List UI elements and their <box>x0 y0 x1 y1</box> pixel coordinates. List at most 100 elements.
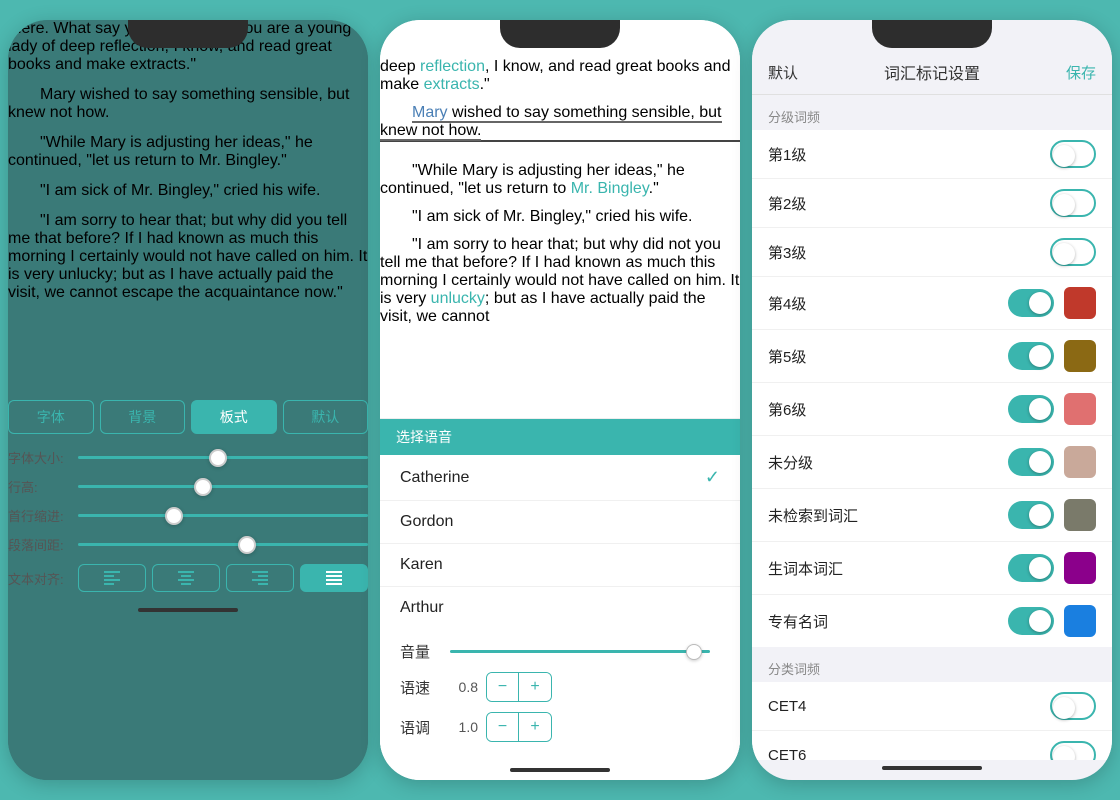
phone-3: 默认 词汇标记设置 保存 分级词频 第1级 第2级 第3级 第4级 <box>752 20 1112 780</box>
home-indicator-1 <box>138 608 238 612</box>
p2-2: Mary wished to say something sensible, b… <box>380 104 740 142</box>
tab-style[interactable]: 板式 <box>191 400 277 434</box>
level-2-name: 第2级 <box>768 193 1040 214</box>
speed-plus[interactable]: + <box>519 673 551 701</box>
level-2-row: 第2级 <box>752 179 1112 228</box>
level-1-row: 第1级 <box>752 130 1112 179</box>
line-height-slider[interactable] <box>78 485 368 488</box>
level-4-color[interactable] <box>1064 287 1096 319</box>
level-5-toggle[interactable] <box>1008 342 1054 370</box>
voice-item-karen[interactable]: Karen <box>380 544 740 587</box>
level-4-toggle[interactable] <box>1008 289 1054 317</box>
align-justify[interactable] <box>300 564 368 592</box>
pitch-row: 语调 1.0 − + <box>400 712 720 742</box>
p2-3: "While Mary is adjusting her ideas," he … <box>380 162 740 198</box>
line-height-row: 行高: <box>8 477 368 496</box>
cet6-row: CET6 <box>752 731 1112 760</box>
font-size-slider[interactable] <box>78 456 368 459</box>
level-1-toggle[interactable] <box>1050 140 1096 168</box>
align-center[interactable] <box>152 564 220 592</box>
tab-default[interactable]: 默认 <box>283 400 369 434</box>
paragraph-4: "I am sick of Mr. Bingley," cried his wi… <box>8 182 368 200</box>
unclassified-toggle[interactable] <box>1008 448 1054 476</box>
proper-noun-row: 专有名词 <box>752 595 1112 647</box>
pitch-label: 语调 <box>400 717 440 738</box>
proper-noun-toggle[interactable] <box>1008 607 1054 635</box>
teal-word-bingley: Mr. Bingley <box>571 180 649 197</box>
level-5-name: 第5级 <box>768 346 998 367</box>
vocab-book-row: 生词本词汇 <box>752 542 1112 595</box>
vocab-book-name: 生词本词汇 <box>768 558 998 579</box>
vocab-book-color[interactable] <box>1064 552 1096 584</box>
voice-item-catherine[interactable]: Catherine ✓ <box>380 455 740 501</box>
cet4-toggle[interactable] <box>1050 692 1096 720</box>
notch-1 <box>128 20 248 48</box>
indent-slider[interactable] <box>78 514 368 517</box>
speed-minus[interactable]: − <box>487 673 519 701</box>
cet4-row: CET4 <box>752 682 1112 731</box>
proper-noun-color[interactable] <box>1064 605 1096 637</box>
default-button[interactable]: 默认 <box>768 62 798 83</box>
level-3-name: 第3级 <box>768 242 1040 263</box>
volume-label: 音量 <box>400 641 440 662</box>
level-6-toggle[interactable] <box>1008 395 1054 423</box>
voice-item-arthur[interactable]: Arthur <box>380 587 740 629</box>
reading-content-2: deep reflection, I know, and read great … <box>380 20 740 418</box>
voice-panel-header: 选择语音 <box>380 419 740 455</box>
home-indicator-3 <box>882 766 982 770</box>
not-found-color[interactable] <box>1064 499 1096 531</box>
level-6-color[interactable] <box>1064 393 1096 425</box>
cet6-name: CET6 <box>768 747 1040 761</box>
not-found-row: 未检索到词汇 <box>752 489 1112 542</box>
not-found-name: 未检索到词汇 <box>768 505 998 526</box>
font-size-label: 字体大小: <box>8 448 78 467</box>
pitch-controls: − + <box>486 712 552 742</box>
tab-font[interactable]: 字体 <box>8 400 94 434</box>
check-catherine: ✓ <box>705 467 720 488</box>
voice-name-catherine: Catherine <box>400 469 469 487</box>
vocab-book-toggle[interactable] <box>1008 554 1054 582</box>
voice-item-gordon[interactable]: Gordon <box>380 501 740 544</box>
paragraph-3: "While Mary is adjusting her ideas," he … <box>8 134 368 170</box>
align-right[interactable] <box>226 564 294 592</box>
level-3-toggle[interactable] <box>1050 238 1096 266</box>
save-button[interactable]: 保存 <box>1066 62 1096 83</box>
tab-bar: 字体 背景 板式 默认 <box>8 400 368 434</box>
align-left[interactable] <box>78 564 146 592</box>
pitch-plus[interactable]: + <box>519 713 551 741</box>
unclassified-color[interactable] <box>1064 446 1096 478</box>
paragraph-spacing-slider[interactable] <box>78 543 368 546</box>
teal-word-extracts: extracts <box>424 76 480 93</box>
align-buttons-group <box>78 564 368 592</box>
category-settings-card: CET4 CET6 GRE <box>752 682 1112 760</box>
speed-row: 语速 0.8 − + <box>400 672 720 702</box>
level-5-row: 第5级 <box>752 330 1112 383</box>
not-found-toggle[interactable] <box>1008 501 1054 529</box>
voice-name-karen: Karen <box>400 556 443 574</box>
notch-3 <box>872 20 992 48</box>
cet4-name: CET4 <box>768 698 1040 715</box>
level-2-toggle[interactable] <box>1050 189 1096 217</box>
text-align-row: 文本对齐: <box>8 564 368 592</box>
level-4-row: 第4级 <box>752 277 1112 330</box>
voice-name-gordon: Gordon <box>400 513 453 531</box>
p2-1: deep reflection, I know, and read great … <box>380 58 740 94</box>
section-label-graded: 分级词频 <box>752 95 1112 130</box>
section-label-category: 分类词频 <box>752 647 1112 682</box>
line-height-label: 行高: <box>8 477 78 496</box>
teal-word-unlucky: unlucky <box>431 290 485 307</box>
volume-slider[interactable] <box>450 650 710 653</box>
text-align-label: 文本对齐: <box>8 569 78 588</box>
volume-row: 音量 <box>400 641 720 662</box>
p2-4: "I am sick of Mr. Bingley," cried his wi… <box>380 208 740 226</box>
header-title: 词汇标记设置 <box>884 60 980 84</box>
voice-panel: 选择语音 Catherine ✓ Gordon Karen Arthur 音量 <box>380 418 740 780</box>
tab-background[interactable]: 背景 <box>100 400 186 434</box>
phone-2: deep reflection, I know, and read great … <box>380 20 740 780</box>
pitch-minus[interactable]: − <box>487 713 519 741</box>
proper-noun-name: 专有名词 <box>768 611 998 632</box>
voice-controls: 音量 语速 0.8 − + 语调 1.0 − + <box>380 629 740 764</box>
level-5-color[interactable] <box>1064 340 1096 372</box>
cet6-toggle[interactable] <box>1050 741 1096 760</box>
unclassified-name: 未分级 <box>768 452 998 473</box>
